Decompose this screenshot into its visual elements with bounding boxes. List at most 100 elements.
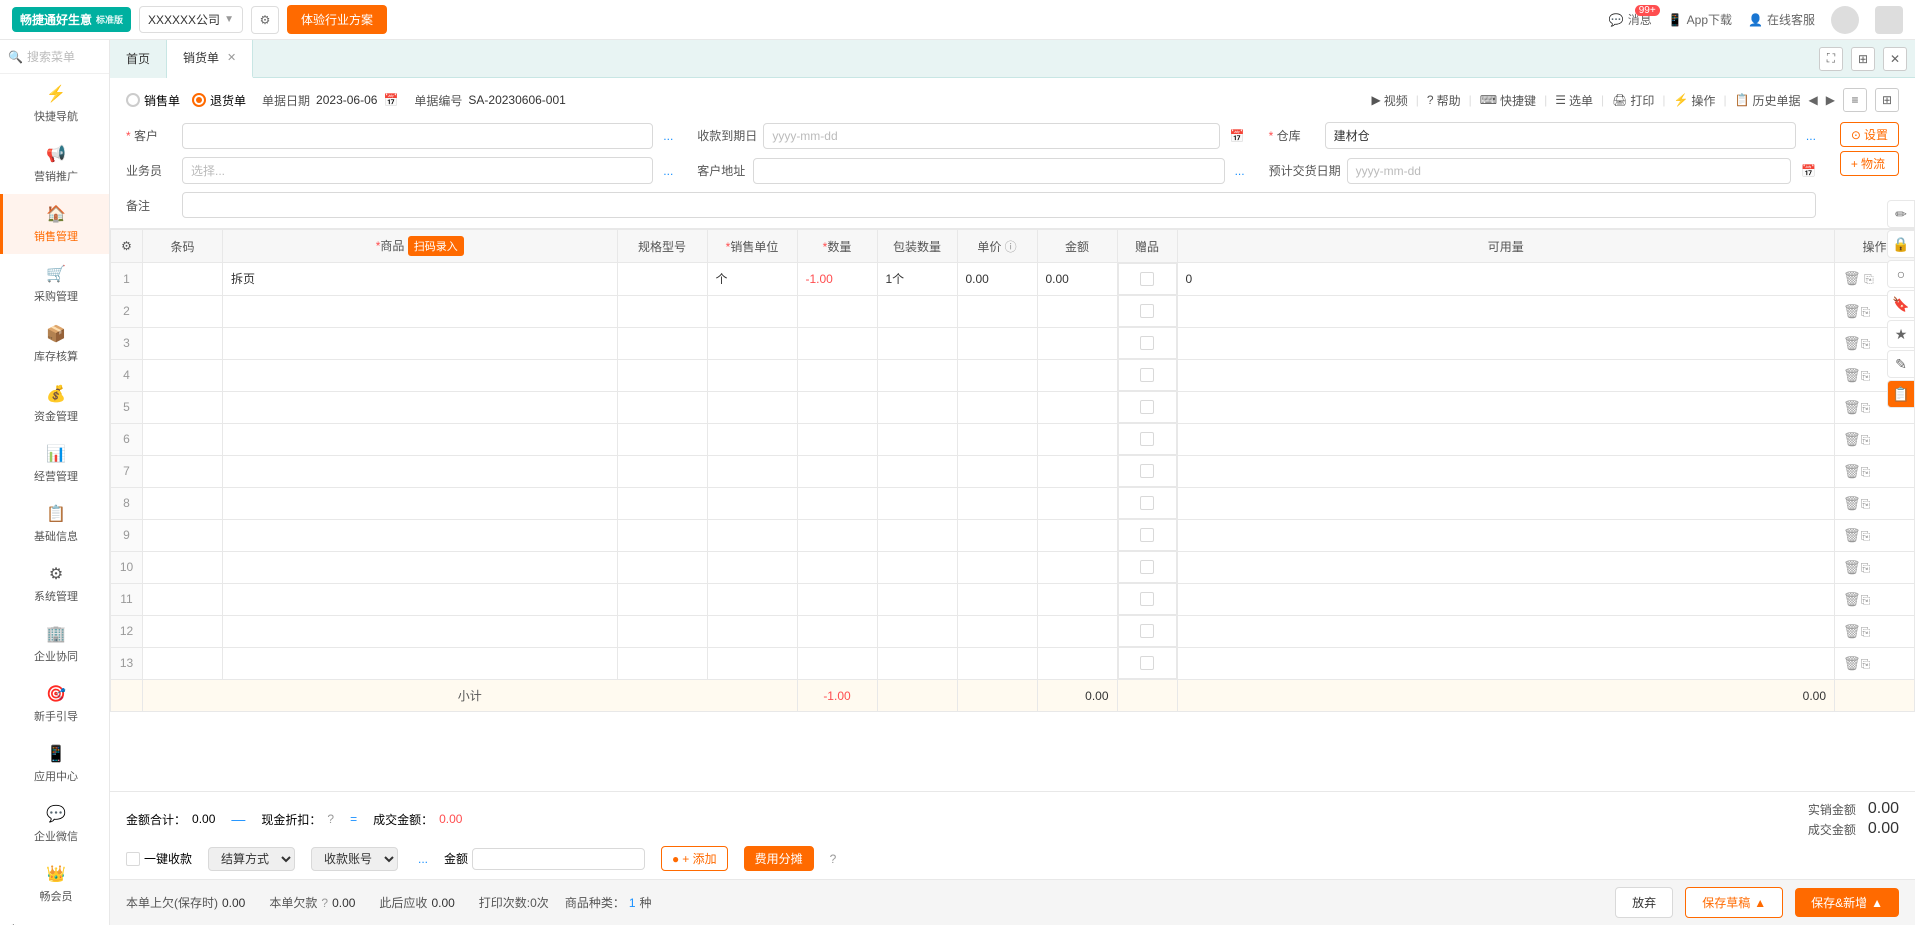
amount-input[interactable] [472,848,645,870]
view-grid-icon[interactable]: ⊞ [1875,88,1899,112]
expand-icon[interactable]: ⛶ [1819,47,1843,71]
float-lock-btn[interactable]: 🔒 [1887,230,1915,258]
close-all-icon[interactable]: ✕ [1883,47,1907,71]
unit-cell[interactable]: 个 [707,263,797,296]
sidebar-item-collab[interactable]: 🏢 企业协同 [0,614,109,674]
copy-row-button[interactable]: ⎘ [1861,593,1871,608]
barcode-cell[interactable] [143,455,223,487]
barcode-cell[interactable] [143,295,223,327]
payment-method-select[interactable]: 结算方式 [208,847,295,871]
unit-price-cell[interactable] [957,359,1037,391]
quantity-cell[interactable] [797,423,877,455]
float-orange-btn[interactable]: 📋 [1887,380,1915,408]
logistics-button[interactable]: + 物流 [1840,151,1899,176]
delete-row-button[interactable]: 🗑 [1843,270,1861,287]
abandon-button[interactable]: 放弃 [1615,887,1673,918]
unit-price-cell[interactable] [957,327,1037,359]
gift-cell[interactable] [1118,519,1177,551]
amount-cell[interactable]: 0.00 [1037,263,1117,296]
quantity-cell[interactable] [797,583,877,615]
barcode-cell[interactable] [143,583,223,615]
gift-cell[interactable] [1118,487,1177,519]
pack-qty-cell[interactable] [877,647,957,680]
radio-sales-order[interactable]: 销售单 [126,92,180,109]
sidebar-item-basic[interactable]: 📋 基础信息 [0,494,109,554]
sidebar-item-wechat[interactable]: 💬 企业微信 [0,794,109,854]
grid-view-icon[interactable]: ⊞ [1851,47,1875,71]
pack-qty-cell[interactable] [877,615,957,647]
product-cell[interactable] [223,647,618,680]
unit-price-cell[interactable] [957,295,1037,327]
product-cell[interactable]: 拆页 [223,263,618,296]
sidebar-item-purchase[interactable]: 🛒 采购管理 [0,254,109,314]
spec-cell[interactable] [617,263,707,296]
sidebar-item-marketing[interactable]: 📢 营销推广 [0,134,109,194]
save-new-button[interactable]: 保存&新增 ▲ [1795,888,1899,917]
spec-cell[interactable] [617,647,707,680]
gift-cell[interactable] [1118,327,1177,359]
float-bookmark-btn[interactable]: 🔖 [1887,290,1915,318]
pack-qty-cell[interactable] [877,551,957,583]
expense-split-button[interactable]: 费用分摊 [744,846,814,871]
unit-price-cell[interactable] [957,615,1037,647]
salesman-dots[interactable]: ... [663,164,673,178]
spec-cell[interactable] [617,423,707,455]
quantity-cell[interactable] [797,615,877,647]
sidebar-item-inventory[interactable]: 📦 库存核算 [0,314,109,374]
sidebar-item-guide[interactable]: 🎯 新手引导 [0,674,109,734]
user-menu[interactable] [1875,6,1903,34]
copy-row-button[interactable]: ⎘ [1861,369,1871,384]
spec-cell[interactable] [617,615,707,647]
spec-cell[interactable] [617,551,707,583]
delete-row-button[interactable]: 🗑 [1843,335,1861,352]
barcode-cell[interactable] [143,263,223,296]
pack-qty-cell[interactable] [877,295,957,327]
product-type-link[interactable]: 1 [629,896,636,910]
gift-cell[interactable] [1118,647,1177,679]
payment-date-input[interactable]: yyyy-mm-dd [763,123,1219,149]
warehouse-input[interactable]: 建材仓 [1325,122,1796,149]
product-cell[interactable] [223,615,618,647]
unit-price-cell[interactable] [957,487,1037,519]
gift-cell[interactable] [1118,455,1177,487]
delete-row-button[interactable]: 🗑 [1843,399,1861,416]
gift-cell[interactable] [1118,423,1177,455]
warehouse-dots[interactable]: ... [1806,129,1816,143]
unit-price-cell[interactable] [957,455,1037,487]
copy-row-button[interactable]: ⎘ [1861,433,1871,448]
quantity-cell[interactable] [797,647,877,680]
amount-cell[interactable] [1037,423,1117,455]
product-cell[interactable] [223,487,618,519]
pack-qty-cell[interactable] [877,327,957,359]
col-settings[interactable]: ⚙ [111,230,143,263]
copy-row-button[interactable]: ⎘ [1861,625,1871,640]
delivery-calendar-icon[interactable]: 📅 [1801,164,1816,178]
barcode-cell[interactable] [143,391,223,423]
product-cell[interactable] [223,423,618,455]
unit-cell[interactable] [707,551,797,583]
save-draft-button[interactable]: 保存草稿 ▲ [1685,887,1783,918]
amount-cell[interactable] [1037,391,1117,423]
unit-cell[interactable] [707,327,797,359]
sidebar-item-system[interactable]: ⚙ 系统管理 [0,554,109,614]
unit-cell[interactable] [707,295,797,327]
message-button[interactable]: 💬 消息 99+ [1609,11,1652,28]
delete-row-button[interactable]: 🗑 [1843,623,1861,640]
quantity-cell[interactable]: -1.00 [797,263,877,296]
delete-row-button[interactable]: 🗑 [1843,431,1861,448]
settings-button[interactable]: ⊙ 设置 [1840,122,1899,147]
online-service-button[interactable]: 👤 在线客服 [1748,11,1815,28]
pack-qty-cell[interactable] [877,487,957,519]
calendar-icon[interactable]: 📅 [383,93,398,107]
unit-price-cell[interactable] [957,647,1037,680]
spec-cell[interactable] [617,327,707,359]
customer-addr-input[interactable] [753,158,1224,184]
sidebar-item-finance[interactable]: 💰 资金管理 [0,374,109,434]
copy-row-button[interactable]: ⎘ [1861,305,1871,320]
tab-sales-order[interactable]: 销货单 ✕ [167,40,253,78]
copy-row-button[interactable]: ⎘ [1861,337,1871,352]
gift-cell[interactable] [1118,359,1177,391]
pack-qty-cell[interactable] [877,455,957,487]
unit-cell[interactable] [707,455,797,487]
sidebar-item-sales[interactable]: 🏠 销售管理 [0,194,109,254]
